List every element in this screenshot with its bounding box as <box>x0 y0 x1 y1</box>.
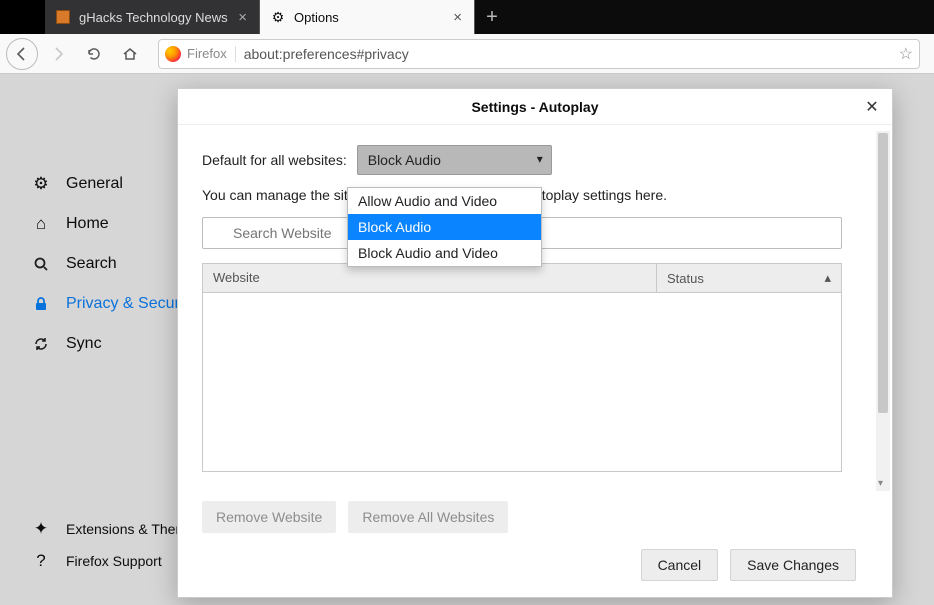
preferences-content: ⚙ General ⌂ Home Search Privacy & Securi… <box>0 74 934 605</box>
remove-website-button[interactable]: Remove Website <box>202 501 336 533</box>
column-website[interactable]: Website <box>203 264 656 292</box>
table-header: Website Status ▴ <box>203 264 841 293</box>
url-text: about:preferences#privacy <box>244 46 891 62</box>
column-status[interactable]: Status ▴ <box>656 264 841 292</box>
reload-icon <box>86 46 102 62</box>
ghacks-favicon <box>55 9 71 25</box>
tab-options[interactable]: ⚙ Options × <box>260 0 475 34</box>
scrollbar[interactable]: ▾ <box>876 131 890 491</box>
select-value: Block Audio <box>368 152 441 168</box>
sort-up-icon: ▴ <box>824 270 831 286</box>
new-tab-button[interactable]: + <box>475 0 509 34</box>
table-body <box>203 293 841 471</box>
firefox-icon <box>165 46 181 62</box>
exceptions-table: Website Status ▴ <box>202 263 842 472</box>
nav-toolbar: Firefox about:preferences#privacy ☆ <box>0 34 934 74</box>
dialog-body: ▾ Default for all websites: Block Audio … <box>178 125 892 497</box>
chevron-down-icon: ▾ <box>537 152 543 166</box>
tab-ghacks[interactable]: gHacks Technology News × <box>45 0 260 34</box>
back-button[interactable] <box>6 38 38 70</box>
gear-icon: ⚙ <box>270 9 286 25</box>
reload-button[interactable] <box>78 38 110 70</box>
option-allow-audio-video[interactable]: Allow Audio and Video <box>348 188 541 214</box>
cancel-button[interactable]: Cancel <box>641 549 719 581</box>
hint-post: utoplay settings here. <box>534 187 667 203</box>
remove-all-websites-button[interactable]: Remove All Websites <box>348 501 508 533</box>
dialog-footer-actions: Cancel Save Changes <box>178 543 892 597</box>
default-autoplay-dropdown: Allow Audio and Video Block Audio Block … <box>347 187 542 267</box>
url-bar[interactable]: Firefox about:preferences#privacy ☆ <box>158 39 920 69</box>
default-row: Default for all websites: Block Audio ▾ <box>202 145 856 175</box>
default-label: Default for all websites: <box>202 152 347 168</box>
arrow-right-icon <box>50 46 66 62</box>
identity-label: Firefox <box>187 46 227 61</box>
option-block-audio-video[interactable]: Block Audio and Video <box>348 240 541 266</box>
option-block-audio[interactable]: Block Audio <box>348 214 541 240</box>
column-status-label: Status <box>667 271 704 286</box>
dialog-titlebar: Settings - Autoplay ✕ <box>178 89 892 125</box>
titlebar-spacer <box>0 0 45 34</box>
tab-strip: gHacks Technology News × ⚙ Options × + <box>0 0 934 34</box>
chevron-down-icon[interactable]: ▾ <box>878 478 883 489</box>
home-icon <box>122 46 138 62</box>
tab-label: gHacks Technology News <box>79 10 236 25</box>
arrow-left-icon <box>14 46 30 62</box>
scrollbar-thumb[interactable] <box>878 133 888 413</box>
home-button[interactable] <box>114 38 146 70</box>
close-icon[interactable]: × <box>451 9 464 26</box>
forward-button <box>42 38 74 70</box>
dialog-title: Settings - Autoplay <box>471 99 598 115</box>
dialog-close-button[interactable]: ✕ <box>858 93 886 121</box>
hint-pre: You can manage the sites <box>202 187 363 203</box>
bookmark-star-icon[interactable]: ☆ <box>899 44 913 64</box>
identity-box[interactable]: Firefox <box>165 46 236 62</box>
dialog-footer-remove: Remove Website Remove All Websites <box>178 497 892 543</box>
tab-label: Options <box>294 10 451 25</box>
close-icon[interactable]: × <box>236 9 249 26</box>
default-autoplay-select[interactable]: Block Audio ▾ <box>357 145 552 175</box>
save-changes-button[interactable]: Save Changes <box>730 549 856 581</box>
autoplay-settings-dialog: Settings - Autoplay ✕ ▾ Default for all … <box>177 88 893 598</box>
